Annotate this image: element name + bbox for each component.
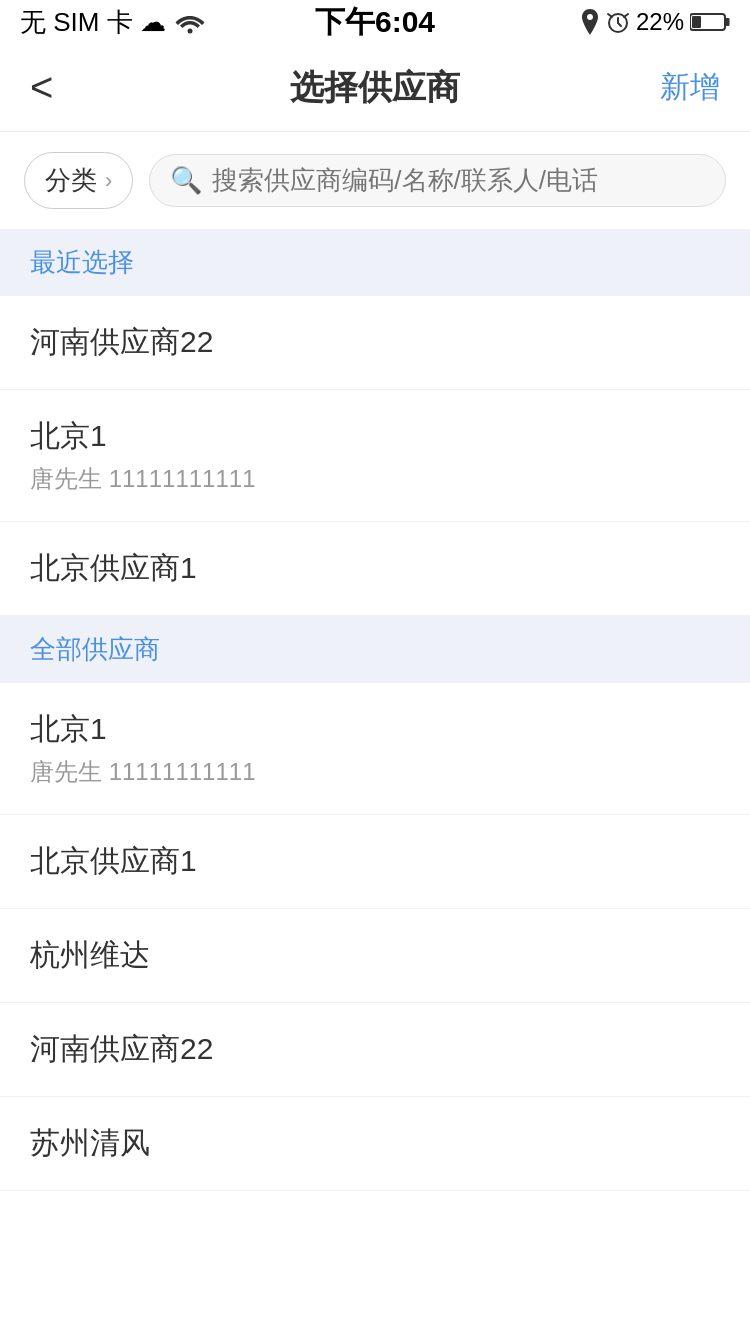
recent-section-label: 最近选择 [30,247,134,277]
item-name: 杭州维达 [30,935,720,976]
category-button[interactable]: 分类 › [24,152,133,209]
battery-percent: 22% [636,8,684,36]
alarm-icon [606,9,630,35]
all-section-header: 全部供应商 [0,616,750,683]
list-item[interactable]: 苏州清风 [0,1097,750,1191]
item-name: 北京1 [30,709,720,750]
nav-bar: < 选择供应商 新增 [0,44,750,132]
item-name: 河南供应商22 [30,1029,720,1070]
item-name: 北京供应商1 [30,548,720,589]
list-item[interactable]: 杭州维达 [0,909,750,1003]
list-item[interactable]: 北京1 唐先生 11111111111 [0,683,750,815]
filter-bar: 分类 › 🔍 [0,132,750,229]
item-name: 河南供应商22 [30,322,720,363]
chevron-right-icon: › [105,168,112,194]
search-input[interactable] [212,165,705,196]
item-name: 苏州清风 [30,1123,720,1164]
search-box[interactable]: 🔍 [149,154,726,207]
list-item[interactable]: 北京供应商1 [0,522,750,616]
category-label: 分类 [45,163,97,198]
all-items-list: 北京1 唐先生 11111111111 北京供应商1 杭州维达河南供应商22 苏州清… [0,683,750,1191]
all-section-label: 全部供应商 [30,634,160,664]
status-time: 下午6:04 [315,2,435,43]
recent-section-header: 最近选择 [0,229,750,296]
page-title: 选择供应商 [290,65,460,111]
add-button[interactable]: 新增 [660,67,720,108]
item-name: 北京供应商1 [30,841,720,882]
list-item[interactable]: 北京1 唐先生 11111111111 [0,390,750,522]
search-icon: 🔍 [170,165,202,196]
svg-point-0 [187,29,192,34]
status-right: 22% [580,8,730,36]
battery-icon [690,11,730,33]
recent-items-list: 河南供应商22 北京1 唐先生 11111111111 北京供应商1 [0,296,750,616]
item-sub: 唐先生 11111111111 [30,756,720,788]
status-bar: 无 SIM 卡 ☁ 下午6:04 22% [0,0,750,44]
svg-rect-3 [726,18,730,26]
item-sub: 唐先生 11111111111 [30,463,720,495]
status-left: 无 SIM 卡 ☁ [20,5,206,40]
list-item[interactable]: 河南供应商22 [0,1003,750,1097]
back-button[interactable]: < [30,65,90,110]
list-item[interactable]: 河南供应商22 [0,296,750,390]
wifi-icon [174,10,206,34]
item-name: 北京1 [30,416,720,457]
list-item[interactable]: 北京供应商1 [0,815,750,909]
sim-status: 无 SIM 卡 ☁ [20,5,166,40]
location-icon [580,9,600,35]
svg-rect-4 [692,16,701,28]
